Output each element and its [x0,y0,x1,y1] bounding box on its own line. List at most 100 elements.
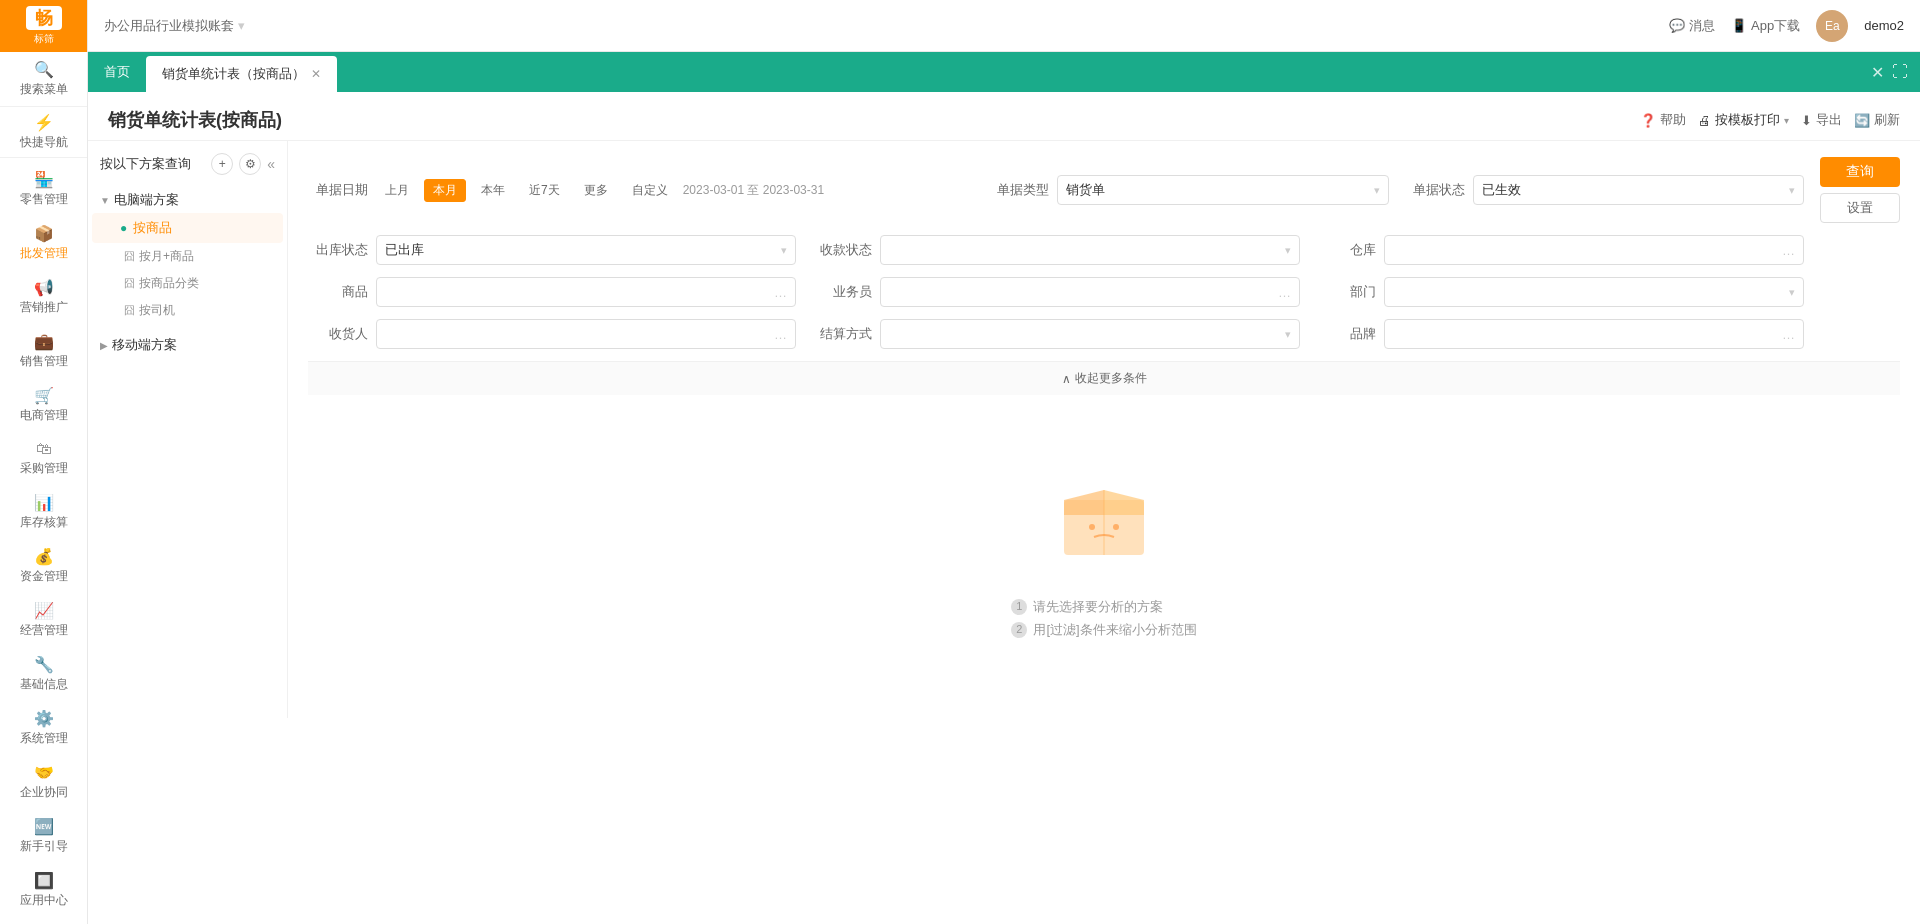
svg-marker-1 [1064,490,1104,515]
dept-arrow-icon: ▾ [1789,286,1795,299]
phone-icon: 📱 [1731,18,1747,33]
dept-select[interactable]: ▾ [1384,277,1804,307]
empty-hint-2: 2 用[过滤]条件来缩小分析范围 [1011,618,1196,641]
sidebar: 畅 标筛 🔍 搜索菜单 ⚡ 快捷导航 🏪 零售管理 📦 批发管理 📢 营销推广 … [0,0,88,924]
order-type-arrow-icon: ▾ [1374,184,1380,197]
filter-group-mobile-header[interactable]: ▶ 移动端方案 [88,332,287,358]
collect-status-arrow-icon: ▾ [1285,244,1291,257]
date-tag-7days[interactable]: 近7天 [520,179,569,202]
sidebar-item-apps[interactable]: 🔲 应用中心 [0,863,87,917]
export-action[interactable]: ⬇ 导出 [1801,111,1842,129]
receiver-select[interactable]: … [376,319,796,349]
tab-expand-icon[interactable]: ⛶ [1892,63,1908,81]
dept-label: 部门 [1316,283,1376,301]
order-status-select[interactable]: 已生效 ▾ [1473,175,1804,205]
basic-icon: 🔧 [34,655,54,674]
brand-select[interactable]: … [1384,319,1804,349]
goods-label: 商品 [308,283,368,301]
filter-item-by-month-goods[interactable]: 囧 按月+商品 [88,243,287,270]
order-status-label: 单据状态 [1405,181,1465,199]
system-label: 系统管理 [20,730,68,747]
sidebar-item-basic[interactable]: 🔧 基础信息 [0,647,87,701]
sidebar-menu: 🏪 零售管理 📦 批发管理 📢 营销推广 💼 销售管理 🛒 电商管理 🛍 采购管… [0,158,87,924]
sidebar-logo[interactable]: 畅 标筛 [0,0,87,52]
filter-add-btn[interactable]: + [211,153,233,175]
print-label: 按模板打印 [1715,111,1780,129]
sidebar-item-ecommerce[interactable]: 🛒 电商管理 [0,378,87,432]
warehouse-dots-icon[interactable]: … [1782,243,1795,258]
receiver-dots-icon[interactable]: … [774,327,787,342]
sidebar-item-guide[interactable]: 🆕 新手引导 [0,809,87,863]
sales-icon: 💼 [34,332,54,351]
sidebar-item-marketing[interactable]: 📢 营销推广 [0,270,87,324]
query-row-3: 商品 … 业务员 … [308,277,1900,307]
guide-label: 新手引导 [20,838,68,855]
filter-group-pc-header[interactable]: ▼ 电脑端方案 [88,187,287,213]
filter-group-pc-label: 电脑端方案 [114,191,179,209]
wholesale-icon: 📦 [34,224,54,243]
filter-settings-btn[interactable]: ⚙ [239,153,261,175]
date-label: 单据日期 [308,181,368,199]
avatar[interactable]: Ea [1816,10,1848,42]
filter-item-by-category[interactable]: 囧 按商品分类 [88,270,287,297]
date-tag-last-month[interactable]: 上月 [376,179,418,202]
print-action[interactable]: 🖨 按模板打印 ▾ [1698,111,1789,129]
receiver-label: 收货人 [308,325,368,343]
sidebar-item-cooperation[interactable]: 🤝 企业协同 [0,755,87,809]
filter-item-by-driver[interactable]: 囧 按司机 [88,297,287,324]
tab-close-window-icon[interactable]: ✕ [1871,63,1884,82]
sidebar-item-wechat[interactable]: 💬 企业微信 [0,917,87,924]
refresh-action[interactable]: 🔄 刷新 [1854,111,1900,129]
tab-sales-stats[interactable]: 销货单统计表（按商品） ✕ [146,56,337,92]
tab-close-icon[interactable]: ✕ [311,67,321,81]
brand-dots-icon[interactable]: … [1782,327,1795,342]
collapse-bar[interactable]: ∧ 收起更多条件 [308,361,1900,395]
system-icon: ⚙️ [34,709,54,728]
sidebar-item-system[interactable]: ⚙️ 系统管理 [0,701,87,755]
ecommerce-label: 电商管理 [20,407,68,424]
help-action[interactable]: ❓ 帮助 [1640,111,1686,129]
set-button[interactable]: 设置 [1820,193,1900,223]
sidebar-quick-nav[interactable]: ⚡ 快捷导航 [0,107,87,158]
date-tag-custom[interactable]: 自定义 [623,179,677,202]
sidebar-item-wholesale[interactable]: 📦 批发管理 [0,216,87,270]
topbar: 办公用品行业模拟账套 ▾ 💬 消息 📱 App下载 Ea demo2 [88,0,1920,52]
sidebar-item-retail[interactable]: 🏪 零售管理 [0,162,87,216]
staff-dots-icon[interactable]: … [1278,285,1291,300]
app-download-action[interactable]: 📱 App下载 [1731,17,1800,35]
apps-icon: 🔲 [34,871,54,890]
staff-select[interactable]: … [880,277,1300,307]
goods-dots-icon[interactable]: … [774,285,787,300]
filter-sub-driver-icon: 囧 [124,303,135,318]
sidebar-search[interactable]: 🔍 搜索菜单 [0,52,87,107]
sidebar-item-finance[interactable]: 💰 资金管理 [0,539,87,593]
sidebar-item-inventory[interactable]: 📊 库存核算 [0,485,87,539]
order-type-select[interactable]: 销货单 ▾ [1057,175,1388,205]
logo-text: 标筛 [34,32,54,46]
warehouse-select[interactable]: … [1384,235,1804,265]
staff-label: 业务员 [812,283,872,301]
filter-collapse-btn[interactable]: « [267,156,275,172]
goods-select[interactable]: … [376,277,796,307]
date-tag-this-year[interactable]: 本年 [472,179,514,202]
settle-select[interactable]: ▾ [880,319,1300,349]
search-icon: 🔍 [34,60,54,79]
filter-item-by-goods[interactable]: ● 按商品 [92,213,283,243]
empty-hint-2-text: 用[过滤]条件来缩小分析范围 [1033,618,1196,641]
date-tag-more[interactable]: 更多 [575,179,617,202]
sidebar-item-sales[interactable]: 💼 销售管理 [0,324,87,378]
sidebar-item-operations[interactable]: 📈 经营管理 [0,593,87,647]
date-tag-this-month[interactable]: 本月 [424,179,466,202]
out-status-select[interactable]: 已出库 ▾ [376,235,796,265]
app-download-label: App下载 [1751,17,1800,35]
nav-label: 快捷导航 [20,134,68,151]
settle-label: 结算方式 [812,325,872,343]
topbar-actions: 💬 消息 📱 App下载 Ea demo2 [1669,10,1904,42]
tab-home[interactable]: 首页 [88,52,146,92]
query-button[interactable]: 查询 [1820,157,1900,187]
sidebar-item-purchase[interactable]: 🛍 采购管理 [0,432,87,485]
message-action[interactable]: 💬 消息 [1669,17,1715,35]
collect-status-select[interactable]: ▾ [880,235,1300,265]
settle-arrow-icon: ▾ [1285,328,1291,341]
username[interactable]: demo2 [1864,18,1904,33]
